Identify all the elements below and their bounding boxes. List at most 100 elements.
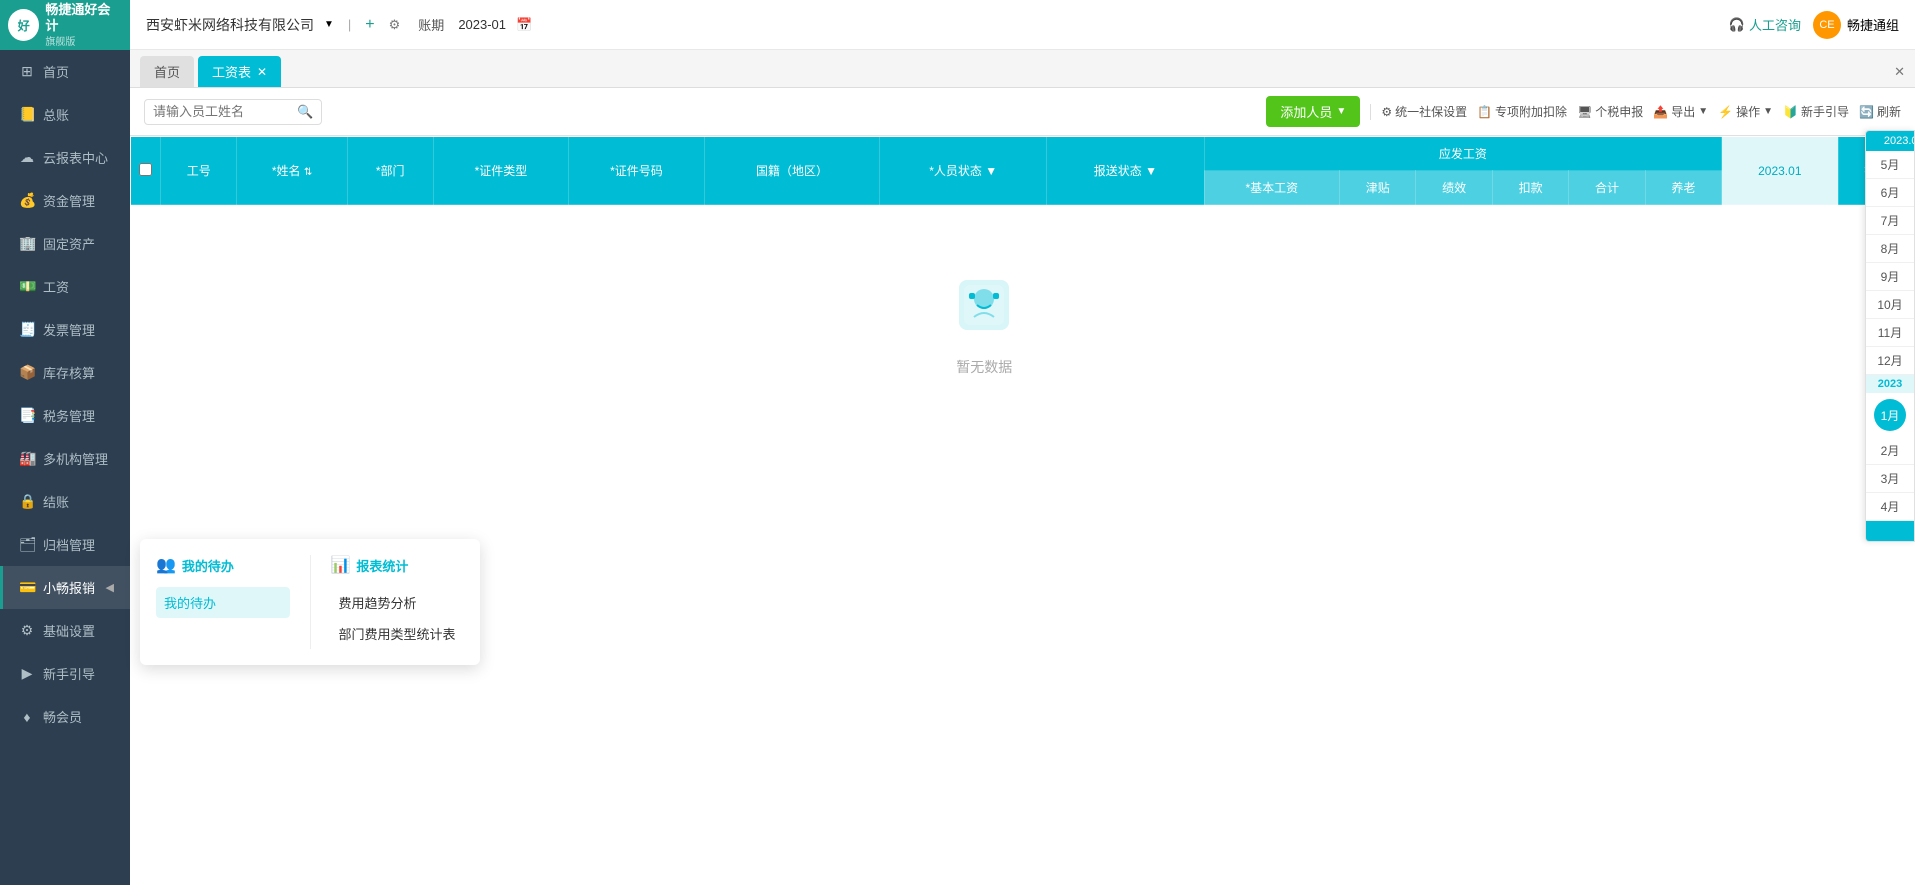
search-icon[interactable]: 🔍 <box>297 104 313 120</box>
th-checkbox[interactable] <box>131 137 161 205</box>
tab-home[interactable]: 首页 <box>140 56 194 87</box>
sidebar-item-assets[interactable]: 🏢 固定资产 <box>0 222 130 265</box>
month-item-8[interactable]: 8月 <box>1866 235 1914 263</box>
export-chevron-icon: ▼ <box>1698 106 1708 117</box>
month-item-2[interactable]: 2月 <box>1866 437 1914 465</box>
popup-title-2: 📊 报表统计 <box>331 555 465 575</box>
popup-item-trend[interactable]: 费用趋势分析 <box>331 587 465 618</box>
popup-icon-2: 📊 <box>331 555 351 575</box>
period-value[interactable]: 2023-01 <box>458 17 506 32</box>
month-item-4[interactable]: 4月 <box>1866 493 1914 521</box>
company-name[interactable]: 西安虾米网络科技有限公司 <box>146 15 314 35</box>
sidebar-label-fund: 资金管理 <box>43 191 95 210</box>
sidebar-item-inventory[interactable]: 📦 库存核算 <box>0 351 130 394</box>
add-person-dropdown-icon: ▼ <box>1336 106 1346 117</box>
th-salary-group: 应发工资 <box>1204 137 1722 171</box>
th-nation: 国籍（地区） <box>704 137 879 205</box>
sidebar-item-archive[interactable]: 🗂 归档管理 <box>0 523 130 566</box>
tax-report-btn[interactable]: 🖥 个税申报 <box>1577 103 1643 120</box>
deduction-label: 专项附加扣除 <box>1495 103 1567 120</box>
tab-salary[interactable]: 工资表 ✕ <box>198 56 281 87</box>
export-label: 导出 <box>1671 103 1695 120</box>
sidebar-item-invoice[interactable]: 🧾 发票管理 <box>0 308 130 351</box>
month-panel: ▲ 2023.01 5月 6月 7月 8月 9月 10月 11月 12月 202… <box>1865 130 1915 542</box>
add-company-icon[interactable]: + <box>365 16 374 34</box>
main-area: 西安虾米网络科技有限公司 ▼ | + ⚙ 账期 2023-01 📅 🎧 人工咨询… <box>130 0 1915 885</box>
calendar-icon[interactable]: 📅 <box>516 17 532 33</box>
th-no: 工号 <box>161 137 237 205</box>
sidebar-item-ledger[interactable]: 📒 总账 <box>0 93 130 136</box>
popup-item-dept-stat[interactable]: 部门费用类型统计表 <box>331 618 465 649</box>
expense-icon: 💳 <box>19 579 35 596</box>
tab-home-label: 首页 <box>154 65 180 80</box>
deduction-icon: 📋 <box>1477 105 1492 119</box>
operation-btn[interactable]: ⚡ 操作 ▼ <box>1718 103 1773 120</box>
month-item-12[interactable]: 12月 <box>1866 347 1914 375</box>
company-dropdown-icon[interactable]: ▼ <box>324 19 334 30</box>
month-year-label: 2023 <box>1866 375 1914 393</box>
empty-row: 暂无数据 <box>131 205 1915 438</box>
th-base-salary: *基本工资 <box>1204 171 1340 205</box>
month-nav-down[interactable]: ▼ <box>1883 523 1897 539</box>
month-item-5[interactable]: 5月 <box>1866 151 1914 179</box>
topbar: 西安虾米网络科技有限公司 ▼ | + ⚙ 账期 2023-01 📅 🎧 人工咨询… <box>130 0 1915 50</box>
sidebar-item-report[interactable]: ☁ 云报表中心 <box>0 136 130 179</box>
popup-item-pending[interactable]: 我的待办 <box>156 587 290 618</box>
inventory-icon: 📦 <box>19 364 35 381</box>
toolbar: 🔍 添加人员 ▼ ⚙ 统一社保设置 📋 专项附加扣除 🖥 个税申报 📤 导出 ▼… <box>130 88 1915 136</box>
search-input[interactable] <box>153 104 293 119</box>
month-item-11[interactable]: 11月 <box>1866 319 1914 347</box>
month-item-9[interactable]: 9月 <box>1866 263 1914 291</box>
popup-item-dept-stat-label: 部门费用类型统计表 <box>339 627 456 642</box>
popup-menu: 👥 我的待办 我的待办 📊 报表统计 费用趋势分析 部门费用类型统计表 <box>140 539 480 665</box>
month-item-6[interactable]: 6月 <box>1866 179 1914 207</box>
headset-icon: 🎧 <box>1729 17 1745 33</box>
service-btn[interactable]: 🎧 人工咨询 <box>1729 15 1801 34</box>
sidebar-item-basic[interactable]: ⚙ 基础设置 <box>0 609 130 652</box>
tax-icon: 📑 <box>19 407 35 424</box>
deduction-btn[interactable]: 📋 专项附加扣除 <box>1477 103 1567 120</box>
th-pension: 养老 <box>1645 171 1721 205</box>
refresh-btn[interactable]: 🔄 刷新 <box>1859 103 1901 120</box>
guide-btn[interactable]: 🔰 新手引导 <box>1783 103 1849 120</box>
report-icon: ☁ <box>19 149 35 166</box>
sidebar-item-expense[interactable]: 💳 小畅报销 ◀ <box>0 566 130 609</box>
select-all-checkbox[interactable] <box>139 163 152 176</box>
month-item-3[interactable]: 3月 <box>1866 465 1914 493</box>
sidebar-item-tax[interactable]: 📑 税务管理 <box>0 394 130 437</box>
month-item-1-active[interactable]: 1月 <box>1874 399 1906 431</box>
popup-divider <box>310 555 311 649</box>
user-info[interactable]: CE 畅捷通组 <box>1813 11 1899 39</box>
add-person-button[interactable]: 添加人员 ▼ <box>1266 96 1360 127</box>
sidebar-label-inventory: 库存核算 <box>43 363 95 382</box>
social-insurance-btn[interactable]: ⚙ 统一社保设置 <box>1381 103 1467 120</box>
sidebar-item-home[interactable]: ⊞ 首页 <box>0 50 130 93</box>
sidebar-item-newguide[interactable]: ▶ 新手引导 <box>0 652 130 695</box>
export-btn[interactable]: 📤 导出 ▼ <box>1653 103 1708 120</box>
th-send: 报送状态 ▼ <box>1047 137 1204 205</box>
tabs-bar: 首页 工资表 ✕ ✕ <box>130 50 1915 88</box>
sidebar-item-fund[interactable]: 💰 资金管理 <box>0 179 130 222</box>
th-status: *人员状态 ▼ <box>880 137 1047 205</box>
th-allowance: 津贴 <box>1340 171 1416 205</box>
sidebar-item-close[interactable]: 🔒 结账 <box>0 480 130 523</box>
empty-icon <box>944 265 1024 345</box>
popup-section-2: 📊 报表统计 费用趋势分析 部门费用类型统计表 <box>331 555 465 649</box>
popup-title-2-label: 报表统计 <box>356 556 408 575</box>
month-item-10[interactable]: 10月 <box>1866 291 1914 319</box>
logo-text: 畅捷通好会计 <box>45 2 122 33</box>
close-all-icon[interactable]: ✕ <box>1894 64 1905 80</box>
tab-salary-label: 工资表 <box>212 62 251 81</box>
sidebar-item-member[interactable]: ♦ 畅会员 <box>0 695 130 738</box>
settings-icon[interactable]: ⚙ <box>389 17 401 33</box>
sidebar-item-salary[interactable]: 💵 工资 <box>0 265 130 308</box>
tab-close-icon[interactable]: ✕ <box>257 65 267 79</box>
operation-label: 操作 <box>1736 103 1760 120</box>
popup-section-1: 👥 我的待办 我的待办 <box>156 555 290 649</box>
sidebar-label-report: 云报表中心 <box>43 148 108 167</box>
month-item-7[interactable]: 7月 <box>1866 207 1914 235</box>
month-nav-up[interactable]: ▲ <box>1870 133 1884 149</box>
sidebar-item-multi[interactable]: 🏭 多机构管理 <box>0 437 130 480</box>
user-name: 畅捷通组 <box>1847 15 1899 34</box>
th-performance: 绩效 <box>1416 171 1492 205</box>
